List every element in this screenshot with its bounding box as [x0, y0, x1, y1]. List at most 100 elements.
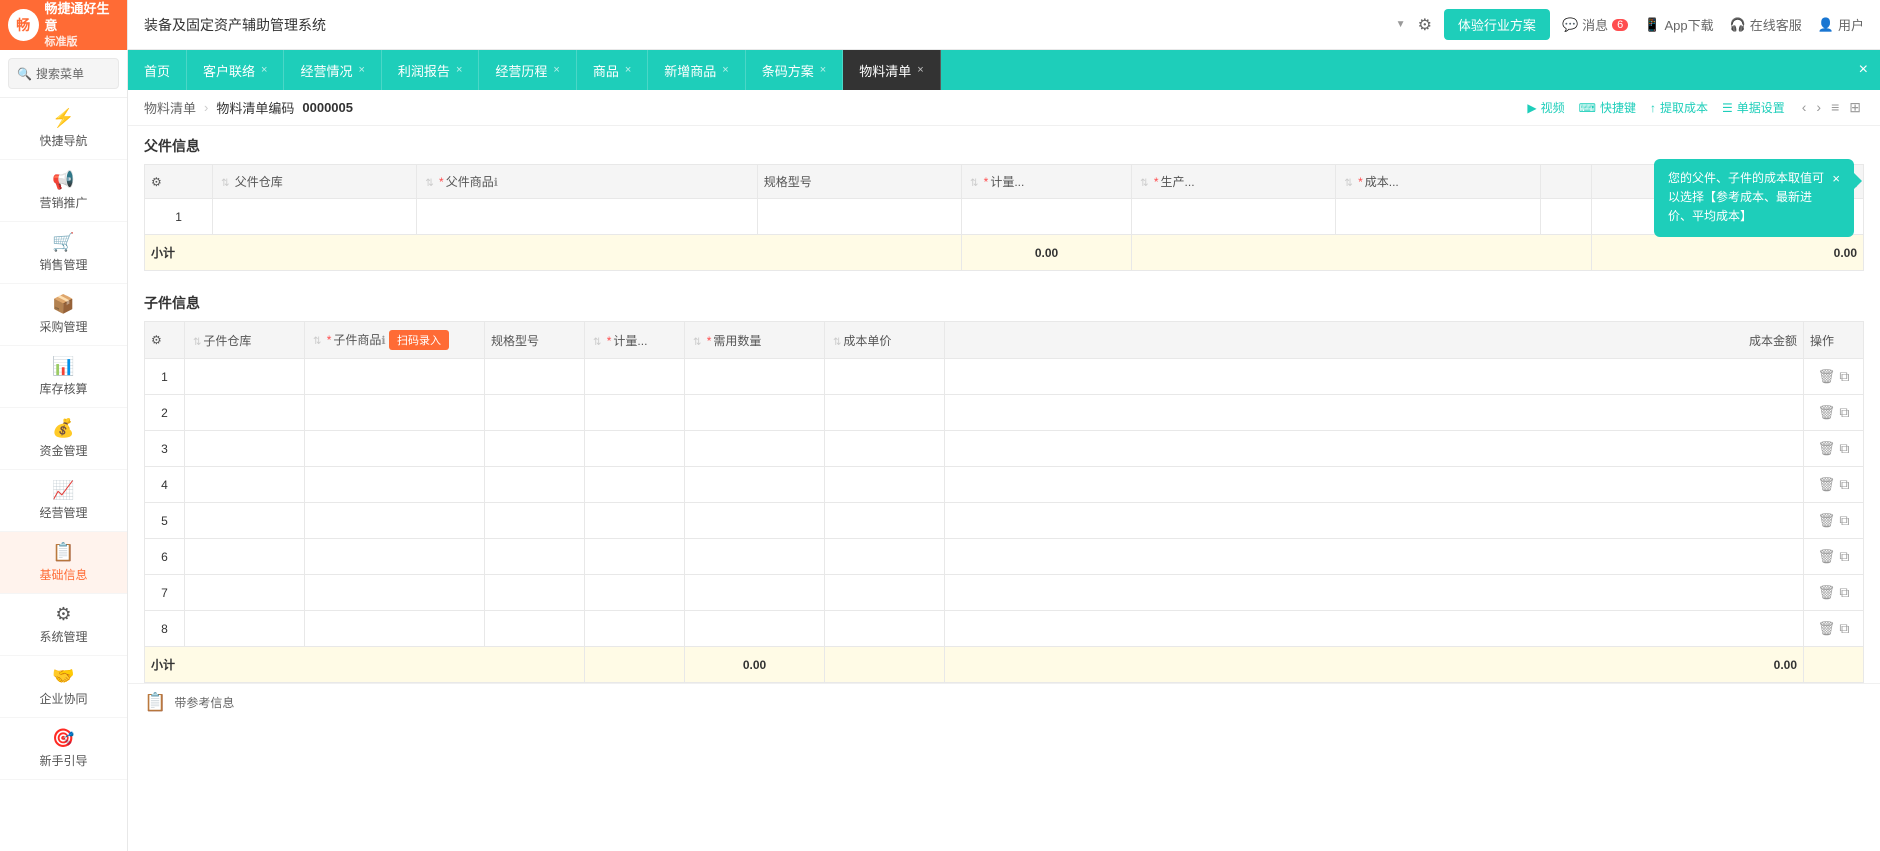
child-row-1-product[interactable]	[305, 359, 485, 395]
child-row-3-delete[interactable]: 🗑	[1818, 440, 1836, 457]
child-row-4-unit-price[interactable]	[825, 467, 945, 503]
child-row-2-spec[interactable]	[485, 395, 585, 431]
tab-customer[interactable]: 客户联络 ×	[187, 50, 284, 90]
search-menu-button[interactable]: 🔍 搜索菜单	[8, 58, 119, 89]
tab-bom[interactable]: 物料清单 ×	[843, 50, 940, 90]
child-row-4-qty[interactable]	[685, 467, 825, 503]
child-row-5-spec[interactable]	[485, 503, 585, 539]
sidebar-item-system[interactable]: ⚙ 系统管理	[0, 594, 127, 656]
child-row-1-spec[interactable]	[485, 359, 585, 395]
child-row-6-spec[interactable]	[485, 539, 585, 575]
child-row-5-qty[interactable]	[685, 503, 825, 539]
user-button[interactable]: 👤 用户	[1818, 15, 1864, 34]
tab-history[interactable]: 经营历程 ×	[479, 50, 576, 90]
child-row-5-product[interactable]	[305, 503, 485, 539]
sidebar-item-quicknav[interactable]: ⚡ 快捷导航	[0, 98, 127, 160]
scan-input-button[interactable]: 扫码录入	[389, 330, 449, 350]
tooltip-close-btn[interactable]: ×	[1832, 169, 1840, 190]
parent-row-1-product[interactable]	[417, 199, 757, 235]
tab-profit-close[interactable]: ×	[456, 64, 462, 76]
settings-icon[interactable]: ⚙	[1418, 15, 1432, 35]
child-row-5-unit[interactable]	[585, 503, 685, 539]
child-row-2-product[interactable]	[305, 395, 485, 431]
child-row-3-spec[interactable]	[485, 431, 585, 467]
sidebar-item-sales[interactable]: 🛒 销售管理	[0, 222, 127, 284]
child-row-8-delete[interactable]: 🗑	[1818, 620, 1836, 637]
message-button[interactable]: 💬 消息 6	[1562, 15, 1628, 34]
online-service-button[interactable]: 🎧 在线客服	[1730, 15, 1802, 34]
page-grid-btn[interactable]: ≡	[1828, 99, 1842, 116]
child-row-2-warehouse[interactable]	[185, 395, 305, 431]
child-row-4-delete[interactable]: 🗑	[1818, 476, 1836, 493]
page-expand-btn[interactable]: ⊞	[1846, 99, 1864, 116]
child-row-7-delete[interactable]: 🗑	[1818, 584, 1836, 601]
child-settings-icon[interactable]: ⚙	[151, 333, 162, 347]
child-row-8-warehouse[interactable]	[185, 611, 305, 647]
child-row-3-warehouse[interactable]	[185, 431, 305, 467]
child-row-4-spec[interactable]	[485, 467, 585, 503]
child-row-8-qty[interactable]	[685, 611, 825, 647]
child-row-1-unit-price[interactable]	[825, 359, 945, 395]
tab-home[interactable]: 首页	[128, 50, 187, 90]
child-row-8-unit-price[interactable]	[825, 611, 945, 647]
page-prev-btn[interactable]: ‹	[1799, 99, 1810, 116]
sidebar-item-collab[interactable]: 🤝 企业协同	[0, 656, 127, 718]
child-row-6-unit[interactable]	[585, 539, 685, 575]
child-row-8-unit[interactable]	[585, 611, 685, 647]
child-row-7-warehouse[interactable]	[185, 575, 305, 611]
tab-new-product[interactable]: 新增商品 ×	[648, 50, 745, 90]
child-row-6-copy[interactable]: ⧉	[1839, 548, 1849, 565]
tab-business-close[interactable]: ×	[358, 64, 364, 76]
page-next-btn[interactable]: ›	[1813, 99, 1824, 116]
parent-row-1-cost[interactable]	[1336, 199, 1540, 235]
tab-barcode[interactable]: 条码方案 ×	[746, 50, 843, 90]
child-row-1-copy[interactable]: ⧉	[1839, 368, 1849, 385]
tab-product[interactable]: 商品 ×	[577, 50, 648, 90]
child-row-3-product[interactable]	[305, 431, 485, 467]
close-all-tabs[interactable]: ×	[1847, 61, 1880, 79]
tab-history-close[interactable]: ×	[553, 64, 559, 76]
child-row-7-unit-price[interactable]	[825, 575, 945, 611]
tab-business[interactable]: 经营情况 ×	[284, 50, 381, 90]
child-row-5-copy[interactable]: ⧉	[1839, 512, 1849, 529]
sidebar-item-finance[interactable]: 💰 资金管理	[0, 408, 127, 470]
child-row-3-copy[interactable]: ⧉	[1839, 440, 1849, 457]
shortcut-button[interactable]: ⌨ 快捷键	[1579, 99, 1636, 116]
tab-bom-close[interactable]: ×	[917, 64, 923, 76]
child-row-6-qty[interactable]	[685, 539, 825, 575]
sidebar-item-basic-info[interactable]: 📋 基础信息	[0, 532, 127, 594]
child-row-7-spec[interactable]	[485, 575, 585, 611]
sidebar-item-inventory[interactable]: 📊 库存核算	[0, 346, 127, 408]
child-row-2-delete[interactable]: 🗑	[1818, 404, 1836, 421]
child-row-4-copy[interactable]: ⧉	[1839, 476, 1849, 493]
bottom-table-icon[interactable]: 📋	[144, 692, 166, 713]
child-row-8-spec[interactable]	[485, 611, 585, 647]
child-row-7-copy[interactable]: ⧉	[1839, 584, 1849, 601]
child-row-4-product[interactable]	[305, 467, 485, 503]
child-row-5-delete[interactable]: 🗑	[1818, 512, 1836, 529]
child-row-6-unit-price[interactable]	[825, 539, 945, 575]
child-row-6-product[interactable]	[305, 539, 485, 575]
child-row-7-qty[interactable]	[685, 575, 825, 611]
tab-barcode-close[interactable]: ×	[820, 64, 826, 76]
sidebar-item-purchase[interactable]: 📦 采购管理	[0, 284, 127, 346]
child-row-3-unit-price[interactable]	[825, 431, 945, 467]
child-row-1-qty[interactable]	[685, 359, 825, 395]
child-row-6-delete[interactable]: 🗑	[1818, 548, 1836, 565]
sidebar-item-guide[interactable]: 🎯 新手引导	[0, 718, 127, 780]
child-row-5-warehouse[interactable]	[185, 503, 305, 539]
parent-row-1-warehouse[interactable]	[213, 199, 417, 235]
child-row-7-unit[interactable]	[585, 575, 685, 611]
sidebar-item-marketing[interactable]: 📢 营销推广	[0, 160, 127, 222]
child-row-2-copy[interactable]: ⧉	[1839, 404, 1849, 421]
child-row-2-unit-price[interactable]	[825, 395, 945, 431]
tab-customer-close[interactable]: ×	[261, 64, 267, 76]
child-row-2-unit[interactable]	[585, 395, 685, 431]
sidebar-item-operations[interactable]: 📈 经营管理	[0, 470, 127, 532]
child-row-6-warehouse[interactable]	[185, 539, 305, 575]
trial-button[interactable]: 体验行业方案	[1444, 9, 1550, 40]
child-row-3-qty[interactable]	[685, 431, 825, 467]
single-settings-button[interactable]: ☰ 单据设置	[1722, 99, 1785, 116]
view-button[interactable]: ▶ 视频	[1527, 99, 1564, 116]
child-row-8-product[interactable]	[305, 611, 485, 647]
